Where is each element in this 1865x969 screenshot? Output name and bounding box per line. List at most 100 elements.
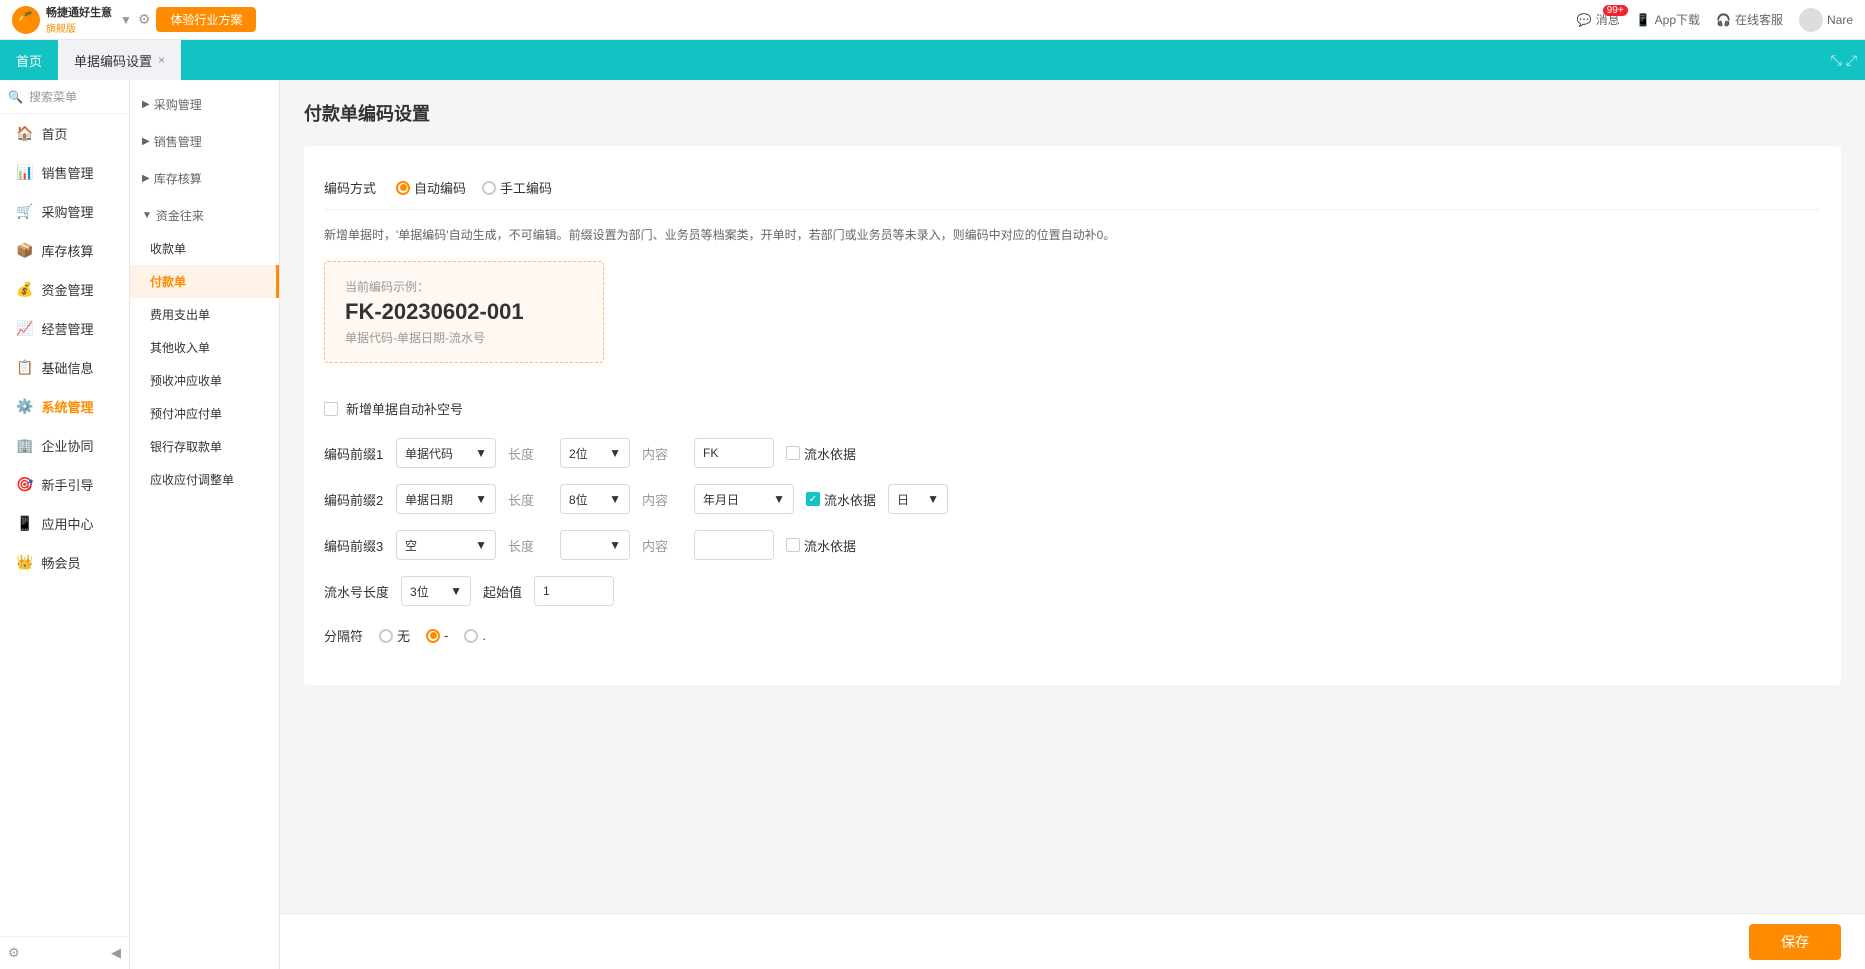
manual-encoding-radio[interactable]: 手工编码 bbox=[482, 178, 552, 197]
sub-menu-other-income[interactable]: 其他收入单 bbox=[130, 331, 279, 364]
sep-dot-circle bbox=[464, 629, 478, 643]
auto-encoding-radio[interactable]: 自动编码 bbox=[396, 178, 466, 197]
sidebar-item-apps[interactable]: 📱 应用中心 bbox=[0, 504, 129, 543]
tab-settings[interactable]: 单据编码设置 × bbox=[58, 40, 181, 80]
prefix1-length-select[interactable]: 2位 ▼ bbox=[560, 438, 630, 468]
separator-radio-group: 无 - . bbox=[379, 626, 486, 645]
auto-fill-checkbox[interactable] bbox=[324, 402, 338, 416]
sub-menu-expense[interactable]: 费用支出单 bbox=[130, 298, 279, 331]
sidebar-item-basics[interactable]: 📋 基础信息 bbox=[0, 348, 129, 387]
save-button[interactable]: 保存 bbox=[1749, 924, 1841, 960]
prefix2-serial-check: ✓ 流水依据 bbox=[806, 490, 876, 509]
sub-group-funds-header[interactable]: ▼ 资金往来 bbox=[130, 199, 279, 232]
prefix2-content-select[interactable]: 年月日 ▼ bbox=[694, 484, 794, 514]
home-icon: 🏠 bbox=[16, 125, 33, 142]
prefix3-content-input[interactable] bbox=[694, 530, 774, 560]
sidebar-basics-label: 基础信息 bbox=[41, 358, 93, 377]
sub-group-purchase-header[interactable]: ▶ 采购管理 bbox=[130, 88, 279, 121]
prefix2-length-select[interactable]: 8位 ▼ bbox=[560, 484, 630, 514]
sidebar-item-enterprise[interactable]: 🏢 企业协同 bbox=[0, 426, 129, 465]
sidebar-settings-icon[interactable]: ⚙ bbox=[8, 945, 20, 961]
prefix3-value: 空 bbox=[405, 537, 417, 554]
sidebar-item-home[interactable]: 🏠 首页 bbox=[0, 114, 129, 153]
dropdown-arrow-icon[interactable]: ▼ bbox=[120, 13, 132, 27]
sidebar-finance-label: 资金管理 bbox=[41, 280, 93, 299]
logo-icon: 🍊 bbox=[12, 6, 40, 34]
sub-menu-prepay-receivable[interactable]: 预收冲应收单 bbox=[130, 364, 279, 397]
sep-none-circle bbox=[379, 629, 393, 643]
sub-group-inventory-header[interactable]: ▶ 库存核算 bbox=[130, 162, 279, 195]
prefix1-select[interactable]: 单据代码 ▼ bbox=[396, 438, 496, 468]
basics-icon: 📋 bbox=[16, 359, 33, 376]
sidebar-item-sales[interactable]: 📊 销售管理 bbox=[0, 153, 129, 192]
prefix2-serial-checkbox[interactable]: ✓ bbox=[806, 492, 820, 506]
separator-dot-radio[interactable]: . bbox=[464, 628, 486, 643]
tab-settings-label: 单据编码设置 bbox=[74, 51, 152, 70]
online-service-button[interactable]: 🎧 在线客服 bbox=[1716, 11, 1783, 28]
sub-group-sales: ▶ 销售管理 bbox=[130, 125, 279, 158]
tab-home[interactable]: 首页 bbox=[0, 40, 58, 80]
prefix3-serial-label: 流水依据 bbox=[804, 536, 856, 555]
prefix1-content-input[interactable]: FK bbox=[694, 438, 774, 468]
chevron-right-icon: ▶ bbox=[142, 99, 150, 110]
sidebar-collapse-icon[interactable]: ◀ bbox=[111, 945, 121, 961]
prefix2-length-value: 8位 bbox=[569, 491, 588, 508]
sidebar-item-member[interactable]: 👑 畅会员 bbox=[0, 543, 129, 582]
enterprise-icon: 🏢 bbox=[16, 437, 33, 454]
tab-close-icon[interactable]: × bbox=[158, 53, 165, 67]
sidebar-enterprise-label: 企业协同 bbox=[41, 436, 93, 455]
prefix1-serial-check: 流水依据 bbox=[786, 444, 856, 463]
prefix2-cycle-select[interactable]: 日 ▼ bbox=[888, 484, 948, 514]
avatar-image bbox=[1799, 8, 1823, 32]
app-download-button[interactable]: 📱 App下载 bbox=[1636, 11, 1700, 28]
topbar: 🍊 畅捷通好生意 旗舰版 ▼ ⚙ 体验行业方案 💬 消息 99+ 📱 App下载… bbox=[0, 0, 1865, 40]
prefix2-content-dropdown-icon: ▼ bbox=[773, 492, 785, 506]
sub-menu-payment[interactable]: 付款单 bbox=[130, 265, 279, 298]
user-avatar[interactable]: Nare bbox=[1799, 8, 1853, 32]
preview-label: 当前编码示例： bbox=[345, 278, 583, 295]
other-income-label: 其他收入单 bbox=[150, 341, 210, 355]
prefix1-label: 编码前缀1 bbox=[324, 444, 384, 463]
prefix1-length-label: 长度 bbox=[508, 444, 548, 463]
sep-hyphen-circle bbox=[426, 629, 440, 643]
sidebar: 🔍 搜索菜单 🏠 首页 📊 销售管理 🛒 采购管理 📦 库存核算 💰 资金管理 … bbox=[0, 80, 130, 969]
prefix3-select[interactable]: 空 ▼ bbox=[396, 530, 496, 560]
message-button[interactable]: 💬 消息 99+ bbox=[1577, 11, 1620, 28]
separator-none-radio[interactable]: 无 bbox=[379, 626, 410, 645]
search-icon: 🔍 bbox=[8, 90, 23, 104]
serial-length-select[interactable]: 3位 ▼ bbox=[401, 576, 471, 606]
sidebar-item-finance[interactable]: 💰 资金管理 bbox=[0, 270, 129, 309]
prefix2-select[interactable]: 单据日期 ▼ bbox=[396, 484, 496, 514]
start-value-input[interactable]: 1 bbox=[534, 576, 614, 606]
sub-menu-bank-deposit[interactable]: 银行存取款单 bbox=[130, 430, 279, 463]
prefix3-dropdown-icon: ▼ bbox=[475, 538, 487, 552]
sidebar-item-inventory[interactable]: 📦 库存核算 bbox=[0, 231, 129, 270]
separator-hyphen-radio[interactable]: - bbox=[426, 628, 448, 643]
sales-icon: 📊 bbox=[16, 164, 33, 181]
prefix3-label: 编码前缀3 bbox=[324, 536, 384, 555]
sub-menu-prepay-payable[interactable]: 预付冲应付单 bbox=[130, 397, 279, 430]
prefix3-serial-checkbox[interactable] bbox=[786, 538, 800, 552]
sidebar-item-system[interactable]: ⚙️ 系统管理 bbox=[0, 387, 129, 426]
sub-menu-receipt[interactable]: 收款单 bbox=[130, 232, 279, 265]
sidebar-item-guide[interactable]: 🎯 新手引导 bbox=[0, 465, 129, 504]
prefix3-length-dropdown-icon: ▼ bbox=[609, 538, 621, 552]
sub-group-funds: ▼ 资金往来 收款单 付款单 费用支出单 其他收入单 预收冲应收单 预付冲应付单 bbox=[130, 199, 279, 496]
sub-group-sales-header[interactable]: ▶ 销售管理 bbox=[130, 125, 279, 158]
prefix1-serial-checkbox[interactable] bbox=[786, 446, 800, 460]
sep-hyphen-label: - bbox=[444, 628, 448, 643]
sidebar-system-label: 系统管理 bbox=[41, 397, 93, 416]
encoding-radio-group: 自动编码 手工编码 bbox=[396, 178, 552, 197]
prefix3-length-select[interactable]: ▼ bbox=[560, 530, 630, 560]
auto-radio-circle bbox=[396, 181, 410, 195]
settings-icon[interactable]: ⚙ bbox=[138, 11, 151, 28]
industry-solution-button[interactable]: 体验行业方案 bbox=[156, 7, 256, 32]
sub-menu-ap-adjust[interactable]: 应收应付调整单 bbox=[130, 463, 279, 496]
sub-group-purchase-label: 采购管理 bbox=[154, 96, 202, 113]
sidebar-item-operations[interactable]: 📈 经营管理 bbox=[0, 309, 129, 348]
sidebar-item-purchase[interactable]: 🛒 采购管理 bbox=[0, 192, 129, 231]
sidebar-search-button[interactable]: 🔍 搜索菜单 bbox=[0, 80, 129, 114]
minimize-icon[interactable]: ⤡ bbox=[1831, 52, 1842, 69]
sidebar-sales-label: 销售管理 bbox=[41, 163, 93, 182]
expand-icon[interactable]: ⤢ bbox=[1846, 52, 1857, 69]
